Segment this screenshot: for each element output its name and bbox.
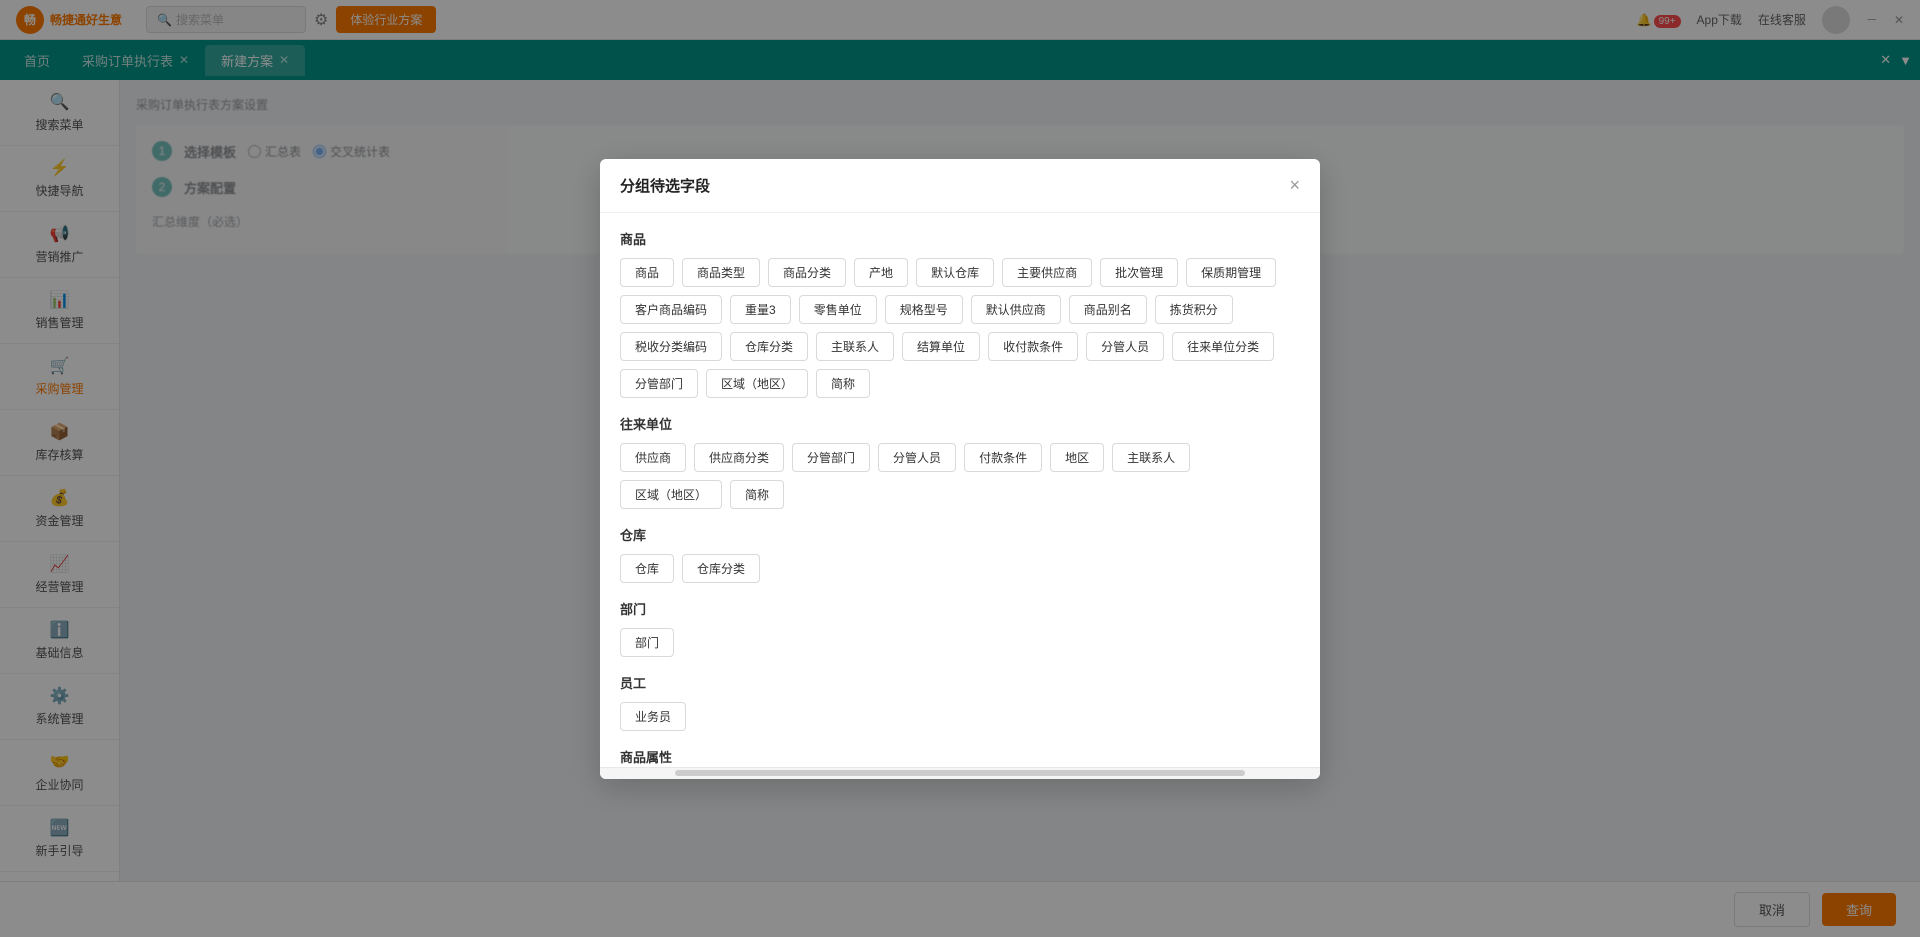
tag-warehouse-0[interactable]: 仓库	[620, 554, 674, 583]
tag-goods-15[interactable]: 税收分类编码	[620, 332, 722, 361]
section-title-goods: 商品	[620, 229, 1300, 248]
tag-goods-1[interactable]: 商品类型	[682, 258, 760, 287]
tag-goods-7[interactable]: 保质期管理	[1186, 258, 1276, 287]
tag-goods-10[interactable]: 零售单位	[799, 295, 877, 324]
tag-counterparty-5[interactable]: 地区	[1050, 443, 1104, 472]
tag-goods-16[interactable]: 仓库分类	[730, 332, 808, 361]
modal-body[interactable]: 商品商品商品类型商品分类产地默认仓库主要供应商批次管理保质期管理客户商品编码重量…	[600, 213, 1320, 767]
tag-goods-20[interactable]: 分管人员	[1086, 332, 1164, 361]
tag-counterparty-7[interactable]: 区域（地区）	[620, 480, 722, 509]
modal-title: 分组待选字段	[620, 175, 710, 196]
tag-goods-24[interactable]: 简称	[816, 369, 870, 398]
modal-header: 分组待选字段 ×	[600, 159, 1320, 213]
tag-goods-19[interactable]: 收付款条件	[988, 332, 1078, 361]
tag-employee-0[interactable]: 业务员	[620, 702, 686, 731]
tag-goods-14[interactable]: 拣货积分	[1155, 295, 1233, 324]
tag-warehouse-1[interactable]: 仓库分类	[682, 554, 760, 583]
tag-counterparty-8[interactable]: 简称	[730, 480, 784, 509]
tag-goods-6[interactable]: 批次管理	[1100, 258, 1178, 287]
tag-group-counterparty: 供应商供应商分类分管部门分管人员付款条件地区主联系人区域（地区） 简称	[620, 443, 1300, 509]
tag-counterparty-1[interactable]: 供应商分类	[694, 443, 784, 472]
tag-goods-9[interactable]: 重量3	[730, 295, 791, 324]
tag-goods-4[interactable]: 默认仓库	[916, 258, 994, 287]
tag-goods-21[interactable]: 往来单位分类	[1172, 332, 1274, 361]
section-title-warehouse: 仓库	[620, 525, 1300, 544]
tag-department-0[interactable]: 部门	[620, 628, 674, 657]
section-title-counterparty: 往来单位	[620, 414, 1300, 433]
tag-goods-0[interactable]: 商品	[620, 258, 674, 287]
tag-goods-13[interactable]: 商品别名	[1069, 295, 1147, 324]
tag-goods-23[interactable]: 区域（地区）	[706, 369, 808, 398]
tag-goods-22[interactable]: 分管部门	[620, 369, 698, 398]
tag-goods-12[interactable]: 默认供应商	[971, 295, 1061, 324]
modal-hscroll-thumb	[675, 770, 1245, 776]
tag-goods-18[interactable]: 结算单位	[902, 332, 980, 361]
section-title-department: 部门	[620, 599, 1300, 618]
tag-goods-8[interactable]: 客户商品编码	[620, 295, 722, 324]
tag-goods-5[interactable]: 主要供应商	[1002, 258, 1092, 287]
tag-counterparty-3[interactable]: 分管人员	[878, 443, 956, 472]
tag-group-department: 部门	[620, 628, 1300, 657]
tag-goods-17[interactable]: 主联系人	[816, 332, 894, 361]
modal-close-button[interactable]: ×	[1289, 176, 1300, 194]
modal-horizontal-scrollbar[interactable]	[600, 767, 1320, 779]
tag-counterparty-4[interactable]: 付款条件	[964, 443, 1042, 472]
tag-group-employee: 业务员	[620, 702, 1300, 731]
tag-goods-3[interactable]: 产地	[854, 258, 908, 287]
section-title-employee: 员工	[620, 673, 1300, 692]
tag-goods-11[interactable]: 规格型号	[885, 295, 963, 324]
tag-counterparty-0[interactable]: 供应商	[620, 443, 686, 472]
tag-group-goods: 商品商品类型商品分类产地默认仓库主要供应商批次管理保质期管理客户商品编码重量3 零…	[620, 258, 1300, 398]
modal-overlay: 分组待选字段 × 商品商品商品类型商品分类产地默认仓库主要供应商批次管理保质期管…	[0, 0, 1920, 937]
tag-counterparty-6[interactable]: 主联系人	[1112, 443, 1190, 472]
modal-dialog: 分组待选字段 × 商品商品商品类型商品分类产地默认仓库主要供应商批次管理保质期管…	[600, 159, 1320, 779]
tag-group-warehouse: 仓库仓库分类	[620, 554, 1300, 583]
tag-goods-2[interactable]: 商品分类	[768, 258, 846, 287]
section-title-product_attr: 商品属性	[620, 747, 1300, 766]
tag-counterparty-2[interactable]: 分管部门	[792, 443, 870, 472]
